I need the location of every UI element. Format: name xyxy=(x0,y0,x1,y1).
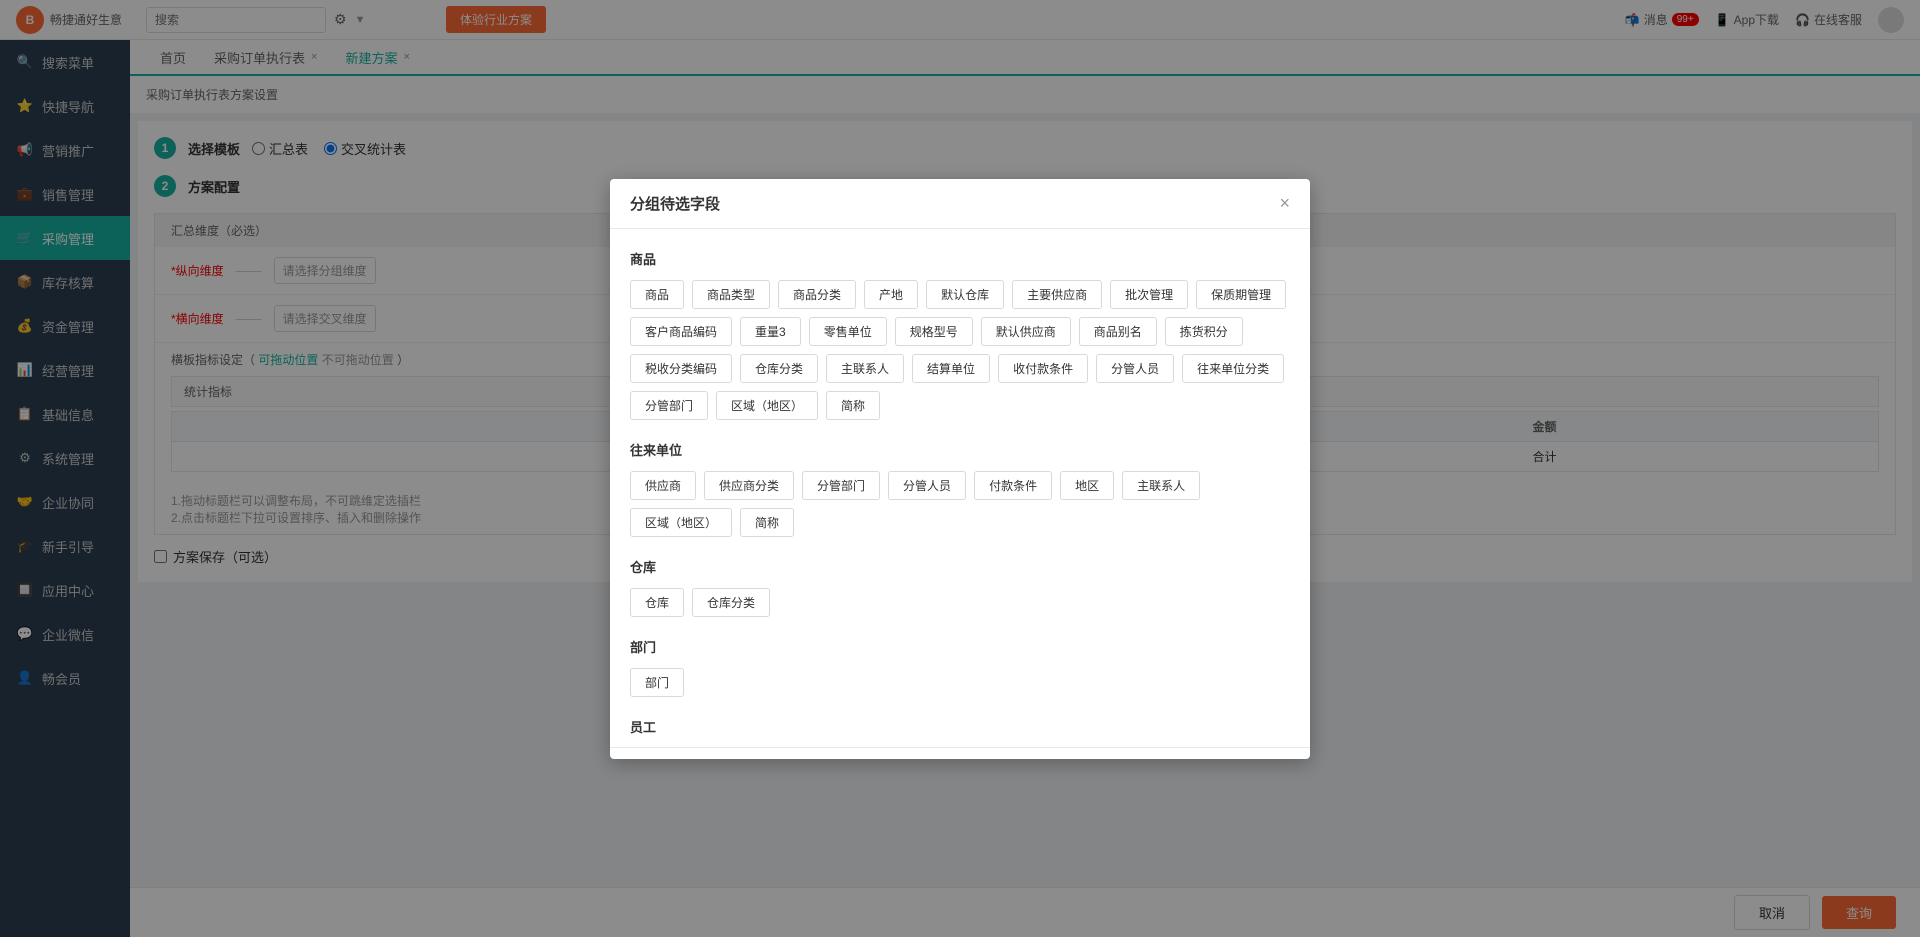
section-goods-tags: 商品 商品类型 商品分类 产地 默认仓库 主要供应商 批次管理 保质期管理 客户… xyxy=(630,280,1290,420)
section-title-employee: 员工 xyxy=(630,717,1290,736)
field-tag[interactable]: 主要供应商 xyxy=(1012,280,1102,309)
field-tag[interactable]: 结算单位 xyxy=(912,354,990,383)
field-tag[interactable]: 主联系人 xyxy=(826,354,904,383)
section-title-dept: 部门 xyxy=(630,637,1290,656)
field-tag[interactable]: 区域（地区） xyxy=(716,391,818,420)
section-dept-tags: 部门 xyxy=(630,668,1290,697)
field-tag[interactable]: 仓库分类 xyxy=(692,588,770,617)
modal-title: 分组待选字段 xyxy=(630,193,720,214)
field-tag[interactable]: 零售单位 xyxy=(809,317,887,346)
modal-close-button[interactable]: × xyxy=(1279,194,1290,212)
field-tag[interactable]: 商品别名 xyxy=(1079,317,1157,346)
field-tag[interactable]: 税收分类编码 xyxy=(630,354,732,383)
field-tag[interactable]: 收付款条件 xyxy=(998,354,1088,383)
field-tag[interactable]: 分管人员 xyxy=(1096,354,1174,383)
field-tag[interactable]: 往来单位分类 xyxy=(1182,354,1284,383)
field-tag[interactable]: 批次管理 xyxy=(1110,280,1188,309)
field-tag[interactable]: 简称 xyxy=(826,391,880,420)
modal-overlay[interactable]: 分组待选字段 × 商品 商品 商品类型 商品分类 产地 默认仓库 主要供应商 批… xyxy=(0,0,1920,937)
section-title-partner: 往来单位 xyxy=(630,440,1290,459)
modal-header: 分组待选字段 × xyxy=(610,179,1310,229)
field-tag[interactable]: 默认仓库 xyxy=(926,280,1004,309)
section-title-goods: 商品 xyxy=(630,249,1290,268)
section-warehouse-tags: 仓库 仓库分类 xyxy=(630,588,1290,617)
field-tag[interactable]: 分管部门 xyxy=(630,391,708,420)
field-tag[interactable]: 重量3 xyxy=(740,317,801,346)
field-tag[interactable]: 保质期管理 xyxy=(1196,280,1286,309)
modal-horizontal-scrollbar[interactable] xyxy=(610,747,1310,759)
modal-body: 商品 商品 商品类型 商品分类 产地 默认仓库 主要供应商 批次管理 保质期管理… xyxy=(610,229,1310,747)
section-partner-tags: 供应商 供应商分类 分管部门 分管人员 付款条件 地区 主联系人 区域（地区） … xyxy=(630,471,1290,537)
field-tag[interactable]: 产地 xyxy=(864,280,918,309)
field-tag[interactable]: 地区 xyxy=(1060,471,1114,500)
field-tag[interactable]: 区域（地区） xyxy=(630,508,732,537)
field-tag[interactable]: 分管人员 xyxy=(888,471,966,500)
field-tag[interactable]: 付款条件 xyxy=(974,471,1052,500)
field-tag[interactable]: 供应商分类 xyxy=(704,471,794,500)
field-tag[interactable]: 部门 xyxy=(630,668,684,697)
field-tag[interactable]: 简称 xyxy=(740,508,794,537)
field-tag[interactable]: 规格型号 xyxy=(895,317,973,346)
field-tag[interactable]: 分管部门 xyxy=(802,471,880,500)
field-tag[interactable]: 默认供应商 xyxy=(981,317,1071,346)
field-tag[interactable]: 主联系人 xyxy=(1122,471,1200,500)
field-tag[interactable]: 拣货积分 xyxy=(1165,317,1243,346)
field-tag[interactable]: 客户商品编码 xyxy=(630,317,732,346)
field-tag[interactable]: 商品 xyxy=(630,280,684,309)
field-select-modal: 分组待选字段 × 商品 商品 商品类型 商品分类 产地 默认仓库 主要供应商 批… xyxy=(610,179,1310,759)
field-tag[interactable]: 商品类型 xyxy=(692,280,770,309)
field-tag[interactable]: 供应商 xyxy=(630,471,696,500)
field-tag[interactable]: 仓库分类 xyxy=(740,354,818,383)
field-tag[interactable]: 商品分类 xyxy=(778,280,856,309)
field-tag[interactable]: 仓库 xyxy=(630,588,684,617)
section-title-warehouse: 仓库 xyxy=(630,557,1290,576)
